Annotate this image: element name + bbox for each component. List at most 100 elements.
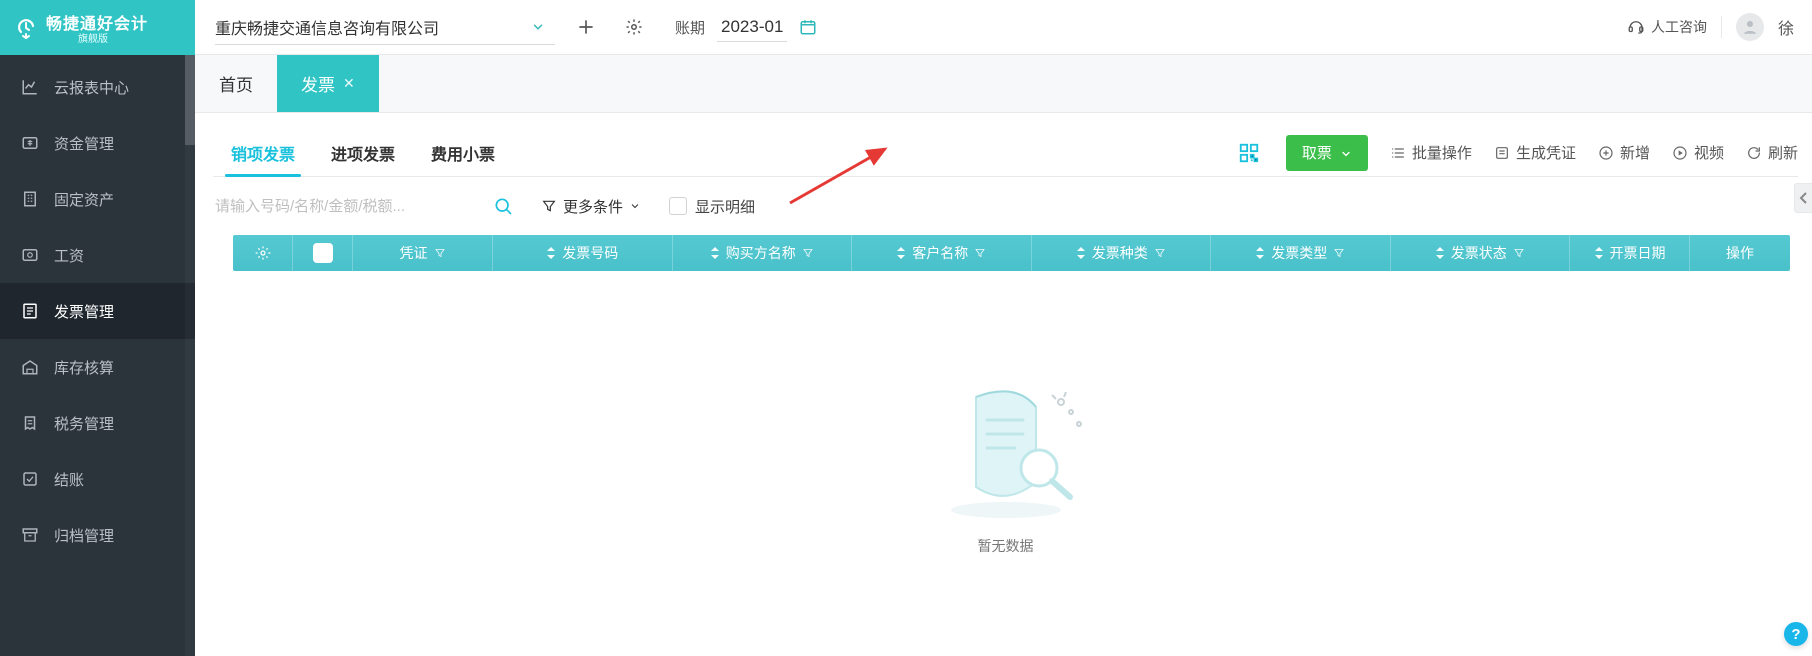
refresh-label: 刷新 bbox=[1768, 142, 1798, 163]
sort-icon[interactable] bbox=[1255, 247, 1265, 259]
search-icon[interactable] bbox=[493, 196, 513, 216]
batch-action-button[interactable]: 批量操作 bbox=[1390, 142, 1472, 163]
sidebar-item-tax[interactable]: 税务管理 bbox=[0, 395, 195, 451]
sort-icon[interactable] bbox=[710, 247, 720, 259]
filter-icon[interactable] bbox=[434, 247, 446, 259]
refresh-icon bbox=[1746, 145, 1762, 161]
human-consult-button[interactable]: 人工咨询 bbox=[1627, 17, 1707, 37]
filter-icon[interactable] bbox=[974, 247, 986, 259]
col-settings[interactable] bbox=[233, 235, 293, 271]
invoice-icon bbox=[20, 301, 40, 321]
col-issue-date[interactable]: 开票日期 bbox=[1570, 235, 1690, 271]
money-icon bbox=[20, 133, 40, 153]
sidebar-item-label: 归档管理 bbox=[54, 525, 114, 546]
col-label: 发票类型 bbox=[1271, 243, 1327, 263]
divider bbox=[1721, 16, 1722, 38]
filter-icon[interactable] bbox=[1333, 247, 1345, 259]
close-icon[interactable]: ✕ bbox=[343, 75, 355, 92]
filter-row: 更多条件 显示明细 bbox=[213, 177, 1798, 235]
sidebar-item-closing[interactable]: 结账 bbox=[0, 451, 195, 507]
sidebar-scrollbar-thumb[interactable] bbox=[185, 55, 195, 145]
toolbar: 取票 批量操作 生成凭证 新增 bbox=[1234, 135, 1798, 171]
tax-icon bbox=[20, 413, 40, 433]
settings-button[interactable] bbox=[617, 10, 651, 44]
sidebar-item-label: 税务管理 bbox=[54, 413, 114, 434]
sidebar-item-label: 云报表中心 bbox=[54, 77, 129, 98]
play-circle-icon bbox=[1672, 145, 1688, 161]
filter-icon[interactable] bbox=[802, 247, 814, 259]
sort-icon[interactable] bbox=[1435, 247, 1445, 259]
sidebar-item-invoice[interactable]: 发票管理 bbox=[0, 283, 195, 339]
plus-circle-icon bbox=[1598, 145, 1614, 161]
show-detail-checkbox[interactable]: 显示明细 bbox=[669, 196, 755, 217]
sort-icon[interactable] bbox=[1076, 247, 1086, 259]
col-buyer-name[interactable]: 购买方名称 bbox=[673, 235, 853, 271]
subtab-expense-receipt[interactable]: 费用小票 bbox=[413, 129, 513, 176]
sidebar-item-salary[interactable]: 工资 bbox=[0, 227, 195, 283]
tab-invoice[interactable]: 发票 ✕ bbox=[277, 55, 379, 112]
sort-icon[interactable] bbox=[546, 247, 556, 259]
brand: 畅捷通好会计 旗舰版 bbox=[0, 0, 195, 55]
col-voucher[interactable]: 凭证 bbox=[353, 235, 493, 271]
sidebar-item-inventory[interactable]: 库存核算 bbox=[0, 339, 195, 395]
search-input[interactable] bbox=[213, 197, 493, 216]
sidebar-item-label: 库存核算 bbox=[54, 357, 114, 378]
gen-voucher-label: 生成凭证 bbox=[1516, 142, 1576, 163]
sidebar-scrollbar-track bbox=[185, 55, 195, 656]
sidebar-item-fixed-assets[interactable]: 固定资产 bbox=[0, 171, 195, 227]
col-invoice-no[interactable]: 发票号码 bbox=[493, 235, 673, 271]
sidebar-item-funds[interactable]: 资金管理 bbox=[0, 115, 195, 171]
col-invoice-type[interactable]: 发票类型 bbox=[1211, 235, 1391, 271]
get-invoice-button[interactable]: 取票 bbox=[1286, 135, 1368, 171]
batch-action-label: 批量操作 bbox=[1412, 142, 1472, 163]
col-select-all[interactable] bbox=[293, 235, 353, 271]
col-customer-name[interactable]: 客户名称 bbox=[852, 235, 1032, 271]
show-detail-label: 显示明细 bbox=[695, 196, 755, 217]
col-invoice-status[interactable]: 发票状态 bbox=[1391, 235, 1571, 271]
tab-home[interactable]: 首页 bbox=[195, 55, 277, 112]
list-icon bbox=[1390, 145, 1406, 161]
filter-icon[interactable] bbox=[1513, 247, 1525, 259]
sidebar-item-report-center[interactable]: 云报表中心 bbox=[0, 59, 195, 115]
empty-illustration-icon bbox=[921, 372, 1091, 522]
chevron-down-icon bbox=[1340, 148, 1352, 160]
calendar-icon[interactable] bbox=[799, 18, 817, 36]
qr-code-icon[interactable] bbox=[1234, 138, 1264, 168]
subtab-label: 进项发票 bbox=[331, 141, 395, 165]
chevron-down-icon bbox=[531, 20, 545, 34]
tab-label: 发票 bbox=[301, 71, 335, 96]
subtabs-row: 销项发票 进项发票 费用小票 取票 批量操作 bbox=[213, 129, 1798, 177]
avatar[interactable] bbox=[1736, 13, 1764, 41]
col-label: 发票号码 bbox=[562, 243, 618, 263]
add-button[interactable]: 新增 bbox=[1598, 142, 1650, 163]
col-invoice-kind[interactable]: 发票种类 bbox=[1032, 235, 1212, 271]
help-bubble[interactable]: ? bbox=[1784, 622, 1808, 646]
panel-expand-handle[interactable] bbox=[1794, 183, 1812, 213]
gen-voucher-button[interactable]: 生成凭证 bbox=[1494, 142, 1576, 163]
search-box bbox=[213, 188, 513, 224]
subtab-sales-invoice[interactable]: 销项发票 bbox=[213, 129, 313, 176]
sort-icon[interactable] bbox=[896, 247, 906, 259]
checkbox-icon bbox=[669, 197, 687, 215]
period-value[interactable]: 2023-01 bbox=[717, 13, 787, 42]
company-selector[interactable]: 重庆畅捷交通信息咨询有限公司 bbox=[215, 9, 555, 45]
col-label: 发票状态 bbox=[1451, 243, 1507, 263]
sidebar-item-archive[interactable]: 归档管理 bbox=[0, 507, 195, 563]
col-label: 操作 bbox=[1726, 243, 1754, 263]
sidebar-item-label: 结账 bbox=[54, 469, 84, 490]
sort-icon[interactable] bbox=[1594, 247, 1604, 259]
payroll-icon bbox=[20, 245, 40, 265]
refresh-button[interactable]: 刷新 bbox=[1746, 142, 1798, 163]
add-company-button[interactable] bbox=[569, 10, 603, 44]
get-invoice-label: 取票 bbox=[1302, 142, 1332, 163]
tab-label: 首页 bbox=[219, 71, 253, 96]
filter-icon[interactable] bbox=[1154, 247, 1166, 259]
subtab-label: 销项发票 bbox=[231, 141, 295, 165]
video-button[interactable]: 视频 bbox=[1672, 142, 1724, 163]
more-conditions-button[interactable]: 更多条件 bbox=[541, 196, 641, 217]
subtab-purchase-invoice[interactable]: 进项发票 bbox=[313, 129, 413, 176]
grid-header: 凭证 发票号码 购买方名称 客户名称 发票种类 发票类型 bbox=[233, 235, 1790, 271]
sidebar-item-label: 发票管理 bbox=[54, 301, 114, 322]
voucher-icon bbox=[1494, 145, 1510, 161]
brand-subtitle: 旗舰版 bbox=[78, 30, 148, 45]
